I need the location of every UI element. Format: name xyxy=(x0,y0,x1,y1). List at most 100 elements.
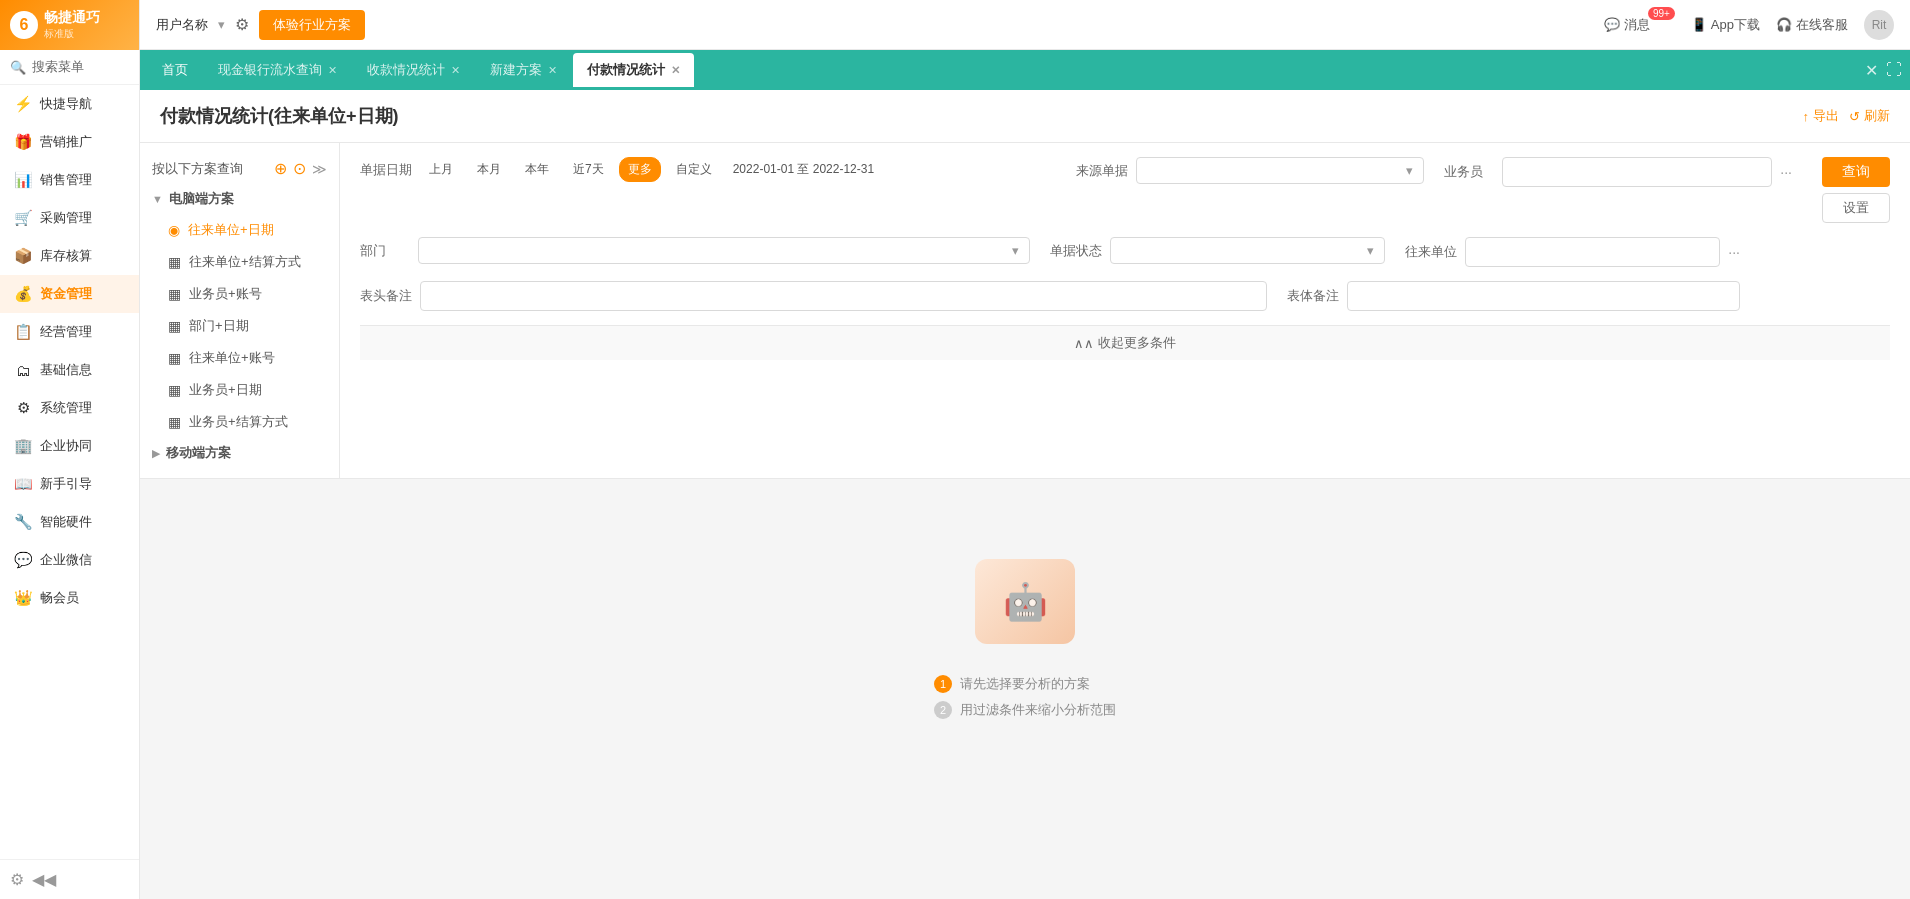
tab-bank-flow-label: 现金银行流水查询 xyxy=(218,61,322,79)
scheme-item-staff-settle[interactable]: ▦ 业务员+结算方式 xyxy=(140,406,339,438)
tip-2-number: 2 xyxy=(934,701,952,719)
tab-actions: ✕ ⛶ xyxy=(1865,61,1902,80)
tab-maximize-icon[interactable]: ⛶ xyxy=(1886,61,1902,80)
tab-new-scheme[interactable]: 新建方案 ✕ xyxy=(476,53,571,87)
query-button[interactable]: 查询 xyxy=(1822,157,1890,187)
sidebar-item-marketing[interactable]: 🎁 营销推广 xyxy=(0,123,139,161)
scheme-item-dept-date[interactable]: ▦ 部门+日期 xyxy=(140,310,339,342)
sidebar-item-label: 采购管理 xyxy=(40,209,92,227)
sidebar-item-enterprise[interactable]: 🏢 企业协同 xyxy=(0,427,139,465)
body-note-input[interactable] xyxy=(1347,281,1740,311)
app-download-button[interactable]: 📱 App下载 xyxy=(1691,16,1760,34)
source-label: 来源单据 xyxy=(1076,162,1128,180)
filter-section: 按以下方案查询 ⊕ ⊙ ≫ ▼ 电脑端方案 ◉ 往来单位+日期 xyxy=(140,143,1910,479)
avatar[interactable]: Rit xyxy=(1864,10,1894,40)
scheme-item-label: 业务员+日期 xyxy=(189,381,262,399)
topbar-dropdown-icon[interactable]: ▾ xyxy=(218,17,225,32)
dept-select[interactable]: ▾ xyxy=(418,237,1030,264)
scheme-collapse-button[interactable]: ≫ xyxy=(312,161,327,177)
online-service-button[interactable]: 🎧 在线客服 xyxy=(1776,16,1848,34)
date-label: 单据日期 xyxy=(360,161,412,179)
header-note-input[interactable] xyxy=(420,281,1267,311)
filter-item-voucher-status: 单据状态 ▾ xyxy=(1050,237,1385,264)
scheme-item-label: 往来单位+日期 xyxy=(188,221,274,239)
sidebar-item-hardware[interactable]: 🔧 智能硬件 xyxy=(0,503,139,541)
sidebar-item-guide[interactable]: 📖 新手引导 xyxy=(0,465,139,503)
salesperson-dots-button[interactable]: ··· xyxy=(1780,164,1792,180)
tab-bank-flow-close[interactable]: ✕ xyxy=(328,64,337,77)
source-select[interactable]: ▾ xyxy=(1136,157,1424,184)
date-this-month-btn[interactable]: 本月 xyxy=(468,157,510,182)
date-this-year-btn[interactable]: 本年 xyxy=(516,157,558,182)
hardware-icon: 🔧 xyxy=(14,513,32,531)
sidebar-item-finance[interactable]: 💰 资金管理 xyxy=(0,275,139,313)
messages-button[interactable]: 💬 消息 99+ xyxy=(1604,16,1675,34)
tab-close-all-icon[interactable]: ✕ xyxy=(1865,61,1878,80)
voucher-status-select[interactable]: ▾ xyxy=(1110,237,1385,264)
sales-icon: 📊 xyxy=(14,171,32,189)
scheme-sidebar: 按以下方案查询 ⊕ ⊙ ≫ ▼ 电脑端方案 ◉ 往来单位+日期 xyxy=(140,143,340,478)
sidebar-item-label: 快捷导航 xyxy=(40,95,92,113)
empty-tips: 1 请先选择要分析的方案 2 用过滤条件来缩小分析范围 xyxy=(934,675,1116,719)
date-custom-btn[interactable]: 自定义 xyxy=(667,157,721,182)
sidebar-item-purchase[interactable]: 🛒 采购管理 xyxy=(0,199,139,237)
scheme-header-label: 按以下方案查询 xyxy=(152,160,243,178)
date-last-7days-btn[interactable]: 近7天 xyxy=(564,157,613,182)
scheme-item-unit-account[interactable]: ▦ 往来单位+账号 xyxy=(140,342,339,374)
scheme-actions: ⊕ ⊙ ≫ xyxy=(274,159,327,178)
unit-settle-icon: ▦ xyxy=(168,254,181,270)
scheme-group-mobile-header[interactable]: ▶ 移动端方案 xyxy=(140,438,339,468)
collapse-bar: ∧∧ 收起更多条件 xyxy=(360,325,1890,360)
sidebar-item-label: 智能硬件 xyxy=(40,513,92,531)
tab-bank-flow[interactable]: 现金银行流水查询 ✕ xyxy=(204,53,351,87)
refresh-button[interactable]: ↺ 刷新 xyxy=(1849,107,1890,125)
sidebar-item-basic-info[interactable]: 🗂 基础信息 xyxy=(0,351,139,389)
empty-face-icon: 🤖 xyxy=(1003,581,1048,623)
tab-new-scheme-close[interactable]: ✕ xyxy=(548,64,557,77)
tab-home[interactable]: 首页 xyxy=(148,53,202,87)
scheme-item-label: 部门+日期 xyxy=(189,317,249,335)
sidebar-item-label: 企业微信 xyxy=(40,551,92,569)
export-button[interactable]: ↑ 导出 xyxy=(1803,107,1840,125)
tab-receivable[interactable]: 收款情况统计 ✕ xyxy=(353,53,474,87)
sidebar-item-wechat[interactable]: 💬 企业微信 xyxy=(0,541,139,579)
sidebar-item-inventory[interactable]: 📦 库存核算 xyxy=(0,237,139,275)
tab-payment-stat[interactable]: 付款情况统计 ✕ xyxy=(573,53,694,87)
tab-receivable-close[interactable]: ✕ xyxy=(451,64,460,77)
voucher-status-label: 单据状态 xyxy=(1050,242,1102,260)
search-menu-label: 搜索菜单 xyxy=(32,58,84,76)
filter-item-source: 来源单据 ▾ xyxy=(1076,157,1424,184)
scheme-item-staff-date[interactable]: ▦ 业务员+日期 xyxy=(140,374,339,406)
date-more-btn[interactable]: 更多 xyxy=(619,157,661,182)
salesperson-input[interactable] xyxy=(1502,157,1772,187)
mobile-group-label: 移动端方案 xyxy=(166,444,231,462)
collapse-button[interactable]: ∧∧ 收起更多条件 xyxy=(1074,334,1176,352)
sidebar-collapse-button[interactable]: ◀◀ xyxy=(32,870,56,889)
sidebar-item-member[interactable]: 👑 畅会员 xyxy=(0,579,139,617)
partner-dots-button[interactable]: ··· xyxy=(1728,244,1740,260)
scheme-settings-button[interactable]: ⊙ xyxy=(293,159,306,178)
search-menu-button[interactable]: 🔍 搜索菜单 xyxy=(0,50,139,85)
scheme-item-unit-settle[interactable]: ▦ 往来单位+结算方式 xyxy=(140,246,339,278)
tip-2-text: 用过滤条件来缩小分析范围 xyxy=(960,701,1116,719)
filter-action-col: 查询 设置 xyxy=(1822,157,1890,223)
sidebar-item-quick-nav[interactable]: ⚡ 快捷导航 xyxy=(0,85,139,123)
topbar-settings-icon[interactable]: ⚙ xyxy=(235,15,249,34)
chevron-up-icon: ∧∧ xyxy=(1074,336,1094,351)
page-actions: ↑ 导出 ↺ 刷新 xyxy=(1803,107,1891,125)
sidebar-settings-button[interactable]: ⚙ xyxy=(10,870,24,889)
scheme-item-staff-account[interactable]: ▦ 业务员+账号 xyxy=(140,278,339,310)
sidebar-item-operations[interactable]: 📋 经营管理 xyxy=(0,313,139,351)
scheme-item-unit-date[interactable]: ◉ 往来单位+日期 xyxy=(140,214,339,246)
date-last-month-btn[interactable]: 上月 xyxy=(420,157,462,182)
sidebar-item-sales[interactable]: 📊 销售管理 xyxy=(0,161,139,199)
sidebar-item-system[interactable]: ⚙ 系统管理 xyxy=(0,389,139,427)
scheme-group-desktop-header[interactable]: ▼ 电脑端方案 xyxy=(140,184,339,214)
filter-item-dept: 部门 ▾ xyxy=(360,237,1030,264)
partner-input[interactable] xyxy=(1465,237,1720,267)
trial-button[interactable]: 体验行业方案 xyxy=(259,10,365,40)
sidebar-item-label: 企业协同 xyxy=(40,437,92,455)
filter-settings-button[interactable]: 设置 xyxy=(1822,193,1890,223)
scheme-add-button[interactable]: ⊕ xyxy=(274,159,287,178)
tab-payment-stat-close[interactable]: ✕ xyxy=(671,64,680,77)
